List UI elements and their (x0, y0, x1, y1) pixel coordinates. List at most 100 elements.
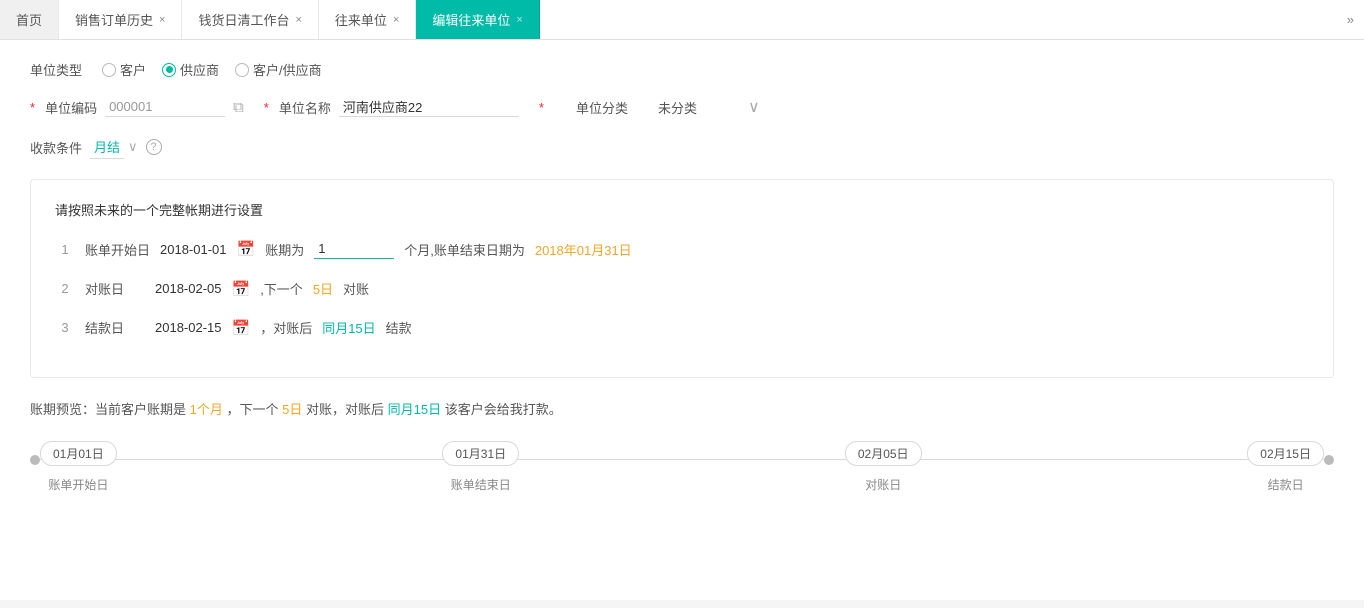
payment-condition-label: 收款条件 (30, 138, 82, 157)
tab-partner-units-label: 往来单位 (335, 10, 387, 29)
preview-highlight1: 1个月 (190, 402, 223, 417)
tab-sales-history-label: 销售订单历史 (75, 10, 153, 29)
unit-name-input[interactable] (339, 97, 519, 117)
timeline-wrapper: 01月01日 账单开始日 01月31日 账单结束日 02月05日 对账日 02月… (30, 441, 1334, 493)
setting-num-3: 3 (55, 320, 75, 335)
content-area: 单位类型 客户 供应商 客户/供应商 * 单位编码 ⧉ * 单位名称 (0, 40, 1364, 600)
preview-highlight3: 同月15日 (388, 402, 441, 417)
help-icon[interactable]: ? (146, 139, 162, 155)
period-unit: 个月,账单结束日期为 (404, 240, 525, 259)
timeline-pill-1: 01月01日 (40, 441, 117, 466)
period-label: 账期为 (265, 240, 304, 259)
tabs-expand-button[interactable]: » (1337, 0, 1364, 39)
unit-classify-dropdown-icon[interactable]: ∨ (748, 97, 760, 117)
preview-prefix: 账期预览：当前客户账期是 (30, 402, 186, 417)
unit-name-star: * (264, 100, 269, 115)
timeline-items: 01月01日 账单开始日 01月31日 账单结束日 02月05日 对账日 02月… (40, 441, 1324, 493)
row2-highlight: 5日 (313, 279, 333, 298)
preview-highlight2: 5日 (282, 402, 302, 417)
unit-name-group: * 单位名称 (264, 97, 519, 117)
preview-middle1: ，下一个 (227, 402, 279, 417)
radio-supplier[interactable]: 供应商 (162, 60, 219, 79)
unit-type-radio-group: 客户 供应商 客户/供应商 (102, 60, 322, 79)
unit-classify-label: 单位分类 (576, 98, 628, 117)
condition-row: 收款条件 月结 ∨ ? (30, 135, 1334, 159)
setting-date-2: 2018-02-05 (155, 281, 222, 296)
timeline-label-1: 账单开始日 (48, 476, 108, 493)
unit-code-copy-icon[interactable]: ⧉ (233, 99, 244, 116)
tab-edit-partner-label: 编辑往来单位 (432, 10, 510, 29)
tab-cash-work-close[interactable]: × (295, 14, 301, 26)
timeline-node-2: 01月31日 账单结束日 (442, 441, 519, 493)
setting-num-2: 2 (55, 281, 75, 296)
radio-customer-circle (102, 63, 116, 77)
payment-condition-dropdown-icon[interactable]: ∨ (128, 139, 138, 155)
unit-classify-group: * 单位分类 未分类 ∨ (539, 97, 760, 117)
timeline-node-1: 01月01日 账单开始日 (40, 441, 117, 493)
setting-label-2: 对账日 (85, 279, 145, 298)
payment-condition-value[interactable]: 月结 (90, 135, 124, 159)
setting-row-1: 1 账单开始日 2018-01-01 📅 账期为 个月,账单结束日期为 2018… (55, 239, 1309, 259)
timeline-pill-3: 02月05日 (845, 441, 922, 466)
timeline-right-dot (1324, 455, 1334, 465)
unit-code-label: 单位编码 (45, 98, 97, 117)
tab-sales-history-close[interactable]: × (159, 14, 165, 26)
unit-name-label: 单位名称 (279, 98, 331, 117)
settings-box: 请按照未来的一个完整帐期进行设置 1 账单开始日 2018-01-01 📅 账期… (30, 179, 1334, 378)
condition-select: 月结 ∨ (90, 135, 138, 159)
tab-home[interactable]: 首页 (0, 0, 59, 39)
timeline-label-4: 结款日 (1268, 476, 1304, 493)
setting-row-2: 2 对账日 2018-02-05 📅 ,下一个 5日 对账 (55, 279, 1309, 298)
setting-cal-2[interactable]: 📅 (232, 280, 251, 298)
tab-partner-units-close[interactable]: × (393, 14, 399, 26)
setting-row-3: 3 结款日 2018-02-15 📅 ，对账后 同月15日 结款 (55, 318, 1309, 337)
period-input[interactable] (314, 239, 394, 259)
preview-text: 账期预览：当前客户账期是 1个月 ，下一个 5日 对账，对账后 同月15日 该客… (30, 398, 1334, 421)
tab-cash-work-label: 钱货日清工作台 (198, 10, 289, 29)
radio-both[interactable]: 客户/供应商 (235, 60, 322, 79)
timeline-pill-4: 02月15日 (1247, 441, 1324, 466)
tabs-bar: 首页 销售订单历史 × 钱货日清工作台 × 往来单位 × 编辑往来单位 × » (0, 0, 1364, 40)
radio-supplier-label: 供应商 (180, 60, 219, 79)
tab-sales-history[interactable]: 销售订单历史 × (59, 0, 182, 39)
radio-customer-label: 客户 (120, 60, 146, 79)
setting-date-1: 2018-01-01 (160, 242, 227, 257)
tab-home-label: 首页 (16, 10, 42, 29)
timeline-pill-2: 01月31日 (442, 441, 519, 466)
expand-icon: » (1347, 12, 1354, 27)
row2-prefix: ,下一个 (260, 279, 303, 298)
unit-code-star: * (30, 100, 35, 115)
setting-cal-3[interactable]: 📅 (232, 319, 251, 337)
setting-num-1: 1 (55, 242, 75, 257)
settings-title: 请按照未来的一个完整帐期进行设置 (55, 200, 1309, 219)
timeline-node-3: 02月05日 对账日 (845, 441, 922, 493)
preview-suffix: 该客户会给我打款。 (445, 402, 562, 417)
setting-cal-1[interactable]: 📅 (237, 240, 256, 258)
unit-type-row: 单位类型 客户 供应商 客户/供应商 (30, 60, 1334, 79)
row3-prefix: ，对账后 (260, 318, 312, 337)
unit-classify-value: 未分类 (658, 98, 718, 117)
radio-both-label: 客户/供应商 (253, 60, 322, 79)
radio-supplier-circle (162, 63, 176, 77)
timeline-node-4: 02月15日 结款日 (1247, 441, 1324, 493)
radio-both-circle (235, 63, 249, 77)
timeline-label-3: 对账日 (865, 476, 901, 493)
row2-after: 对账 (343, 279, 369, 298)
unit-type-label: 单位类型 (30, 60, 82, 79)
timeline-left-dot (30, 455, 40, 465)
setting-label-1: 账单开始日 (85, 240, 150, 259)
unit-code-input[interactable] (105, 97, 225, 117)
unit-code-group: * 单位编码 ⧉ (30, 97, 244, 117)
tab-edit-partner-close[interactable]: × (516, 14, 522, 26)
unit-classify-star: * (539, 100, 544, 115)
setting-label-3: 结款日 (85, 318, 145, 337)
period-end-date: 2018年01月31日 (535, 240, 632, 259)
tab-partner-units[interactable]: 往来单位 × (319, 0, 416, 39)
radio-customer[interactable]: 客户 (102, 60, 146, 79)
row3-after: 结款 (386, 318, 412, 337)
timeline-label-2: 账单结束日 (451, 476, 511, 493)
tab-cash-work[interactable]: 钱货日清工作台 × (182, 0, 318, 39)
row3-highlight: 同月15日 (322, 318, 375, 337)
preview-middle2: 对账，对账后 (306, 402, 384, 417)
tab-edit-partner[interactable]: 编辑往来单位 × (416, 0, 539, 39)
